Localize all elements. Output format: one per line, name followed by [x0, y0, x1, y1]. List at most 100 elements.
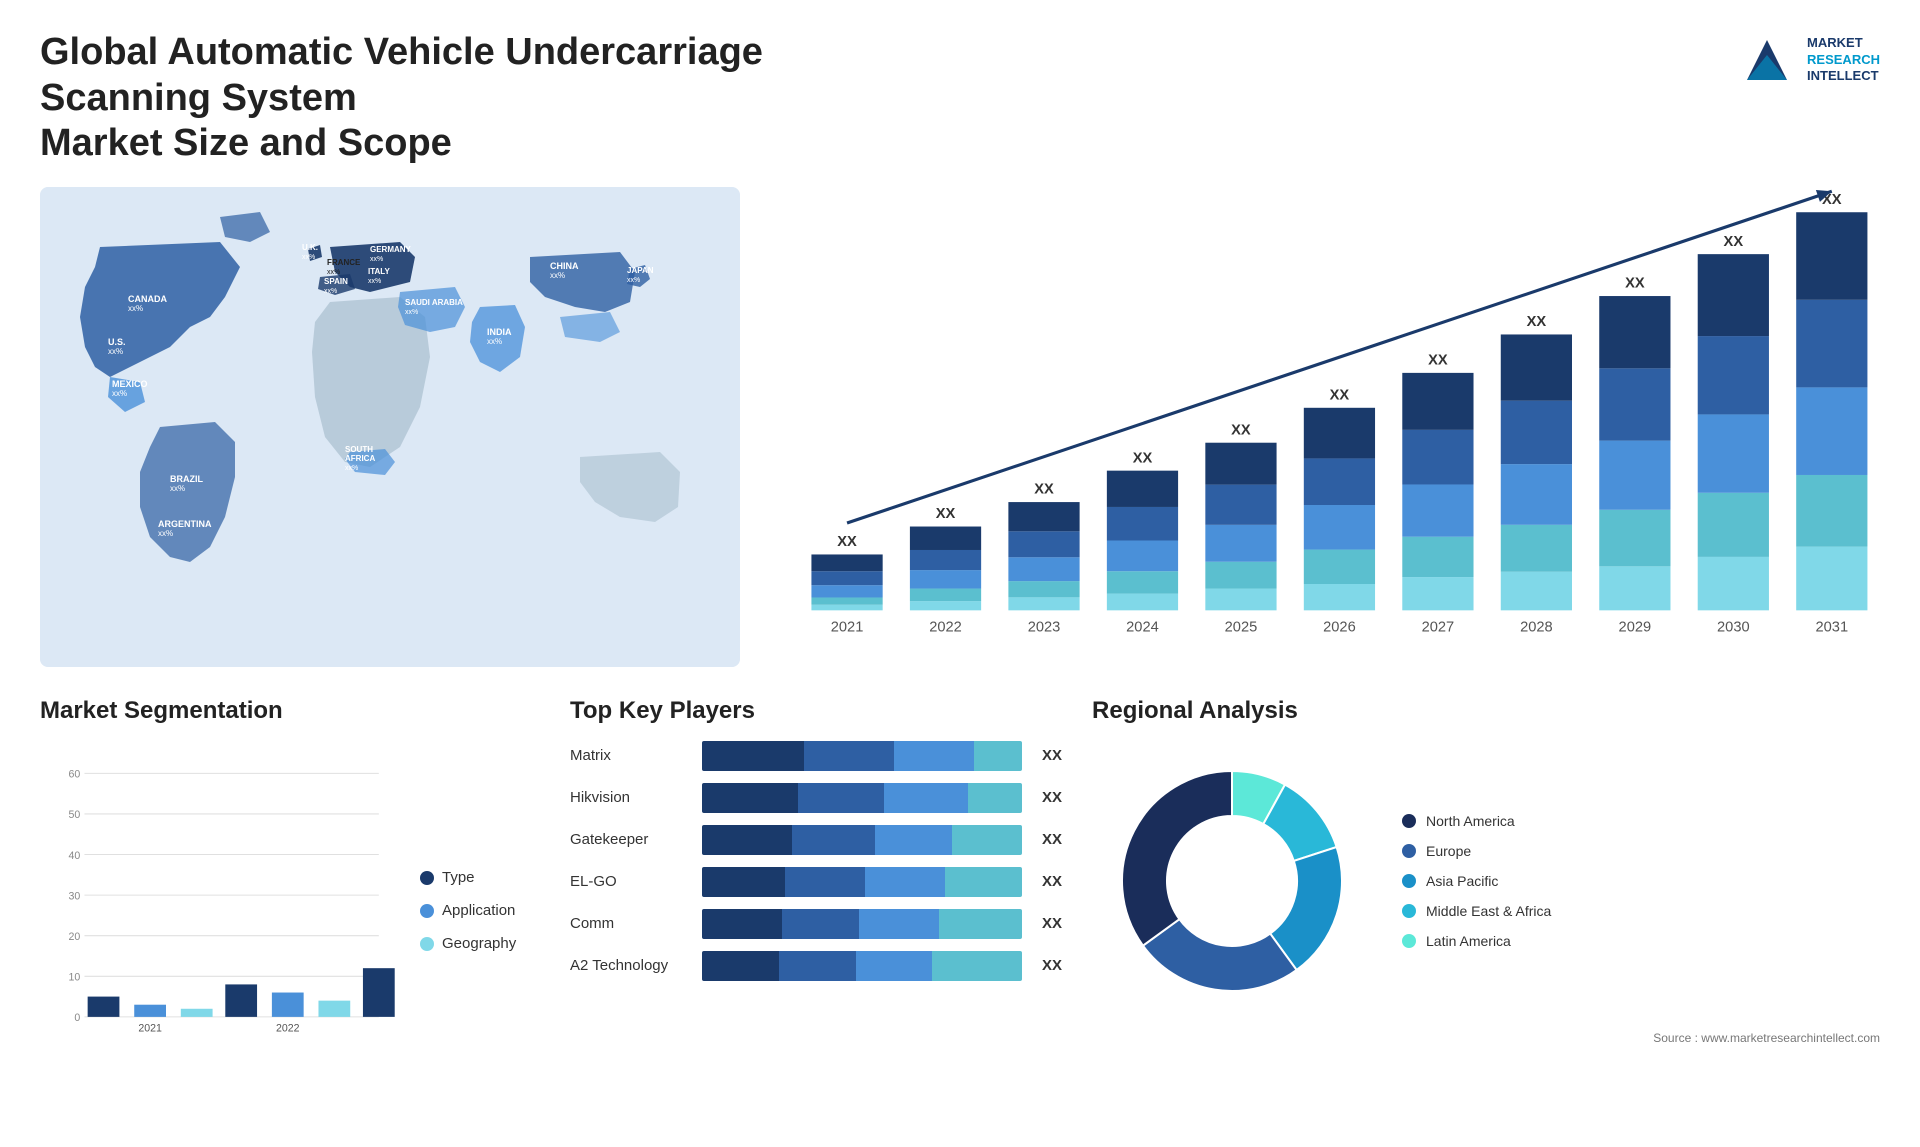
svg-text:XX: XX: [1527, 314, 1547, 330]
svg-text:xx%: xx%: [627, 277, 640, 284]
player-bar-segment: [785, 867, 865, 897]
donut-chart: [1092, 741, 1372, 1021]
svg-text:xx%: xx%: [487, 337, 502, 346]
player-bar-segment: [702, 867, 785, 897]
regional-legend-item: Latin America: [1402, 933, 1551, 949]
player-bar-segment: [856, 951, 933, 981]
player-bar: [702, 741, 1022, 771]
svg-text:20: 20: [68, 931, 80, 943]
player-bar-segment: [875, 825, 952, 855]
svg-text:XX: XX: [1330, 387, 1350, 403]
player-name: Matrix: [570, 747, 690, 764]
player-bar-segment: [974, 741, 1022, 771]
svg-text:GERMANY: GERMANY: [370, 245, 412, 254]
player-value: XX: [1042, 831, 1062, 848]
svg-text:60: 60: [68, 768, 80, 780]
logo-icon: [1737, 30, 1797, 90]
regional-legend-item: Europe: [1402, 843, 1551, 859]
page-header: Global Automatic Vehicle Undercarriage S…: [40, 30, 1880, 167]
player-value: XX: [1042, 957, 1062, 974]
player-bar-segment: [779, 951, 856, 981]
svg-text:2025: 2025: [1225, 619, 1258, 635]
svg-text:U.S.: U.S.: [108, 337, 126, 347]
svg-text:xx%: xx%: [128, 304, 143, 313]
segmentation-legend: TypeApplicationGeography: [420, 741, 540, 1081]
svg-text:2028: 2028: [1520, 619, 1553, 635]
bar-chart-area: XX2021XX2022XX2023XX2024XX2025XX2026XX20…: [780, 187, 1880, 667]
player-row: Comm XX: [570, 909, 1062, 939]
segmentation-title: Market Segmentation: [40, 697, 540, 725]
segmentation-content: 0102030405060202120222023202420252026 Ty…: [40, 741, 540, 1081]
player-value: XX: [1042, 747, 1062, 764]
player-bar-segment: [702, 741, 804, 771]
svg-text:xx%: xx%: [158, 529, 173, 538]
player-name: A2 Technology: [570, 957, 690, 974]
svg-text:xx%: xx%: [327, 269, 340, 276]
svg-text:2022: 2022: [276, 1022, 300, 1034]
regional-area: Regional Analysis North AmericaEuropeAsi…: [1092, 697, 1880, 1117]
player-name: EL-GO: [570, 873, 690, 890]
player-bar: [702, 825, 1022, 855]
svg-text:xx%: xx%: [370, 256, 383, 263]
player-row: Gatekeeper XX: [570, 825, 1062, 855]
svg-text:XX: XX: [936, 506, 956, 522]
regional-legend: North America Europe Asia Pacific Middle Ea…: [1402, 813, 1551, 949]
regional-label: Asia Pacific: [1426, 873, 1498, 889]
svg-text:xx%: xx%: [108, 347, 123, 356]
player-row: A2 Technology XX: [570, 951, 1062, 981]
player-bar-segment: [702, 783, 798, 813]
player-bar: [702, 951, 1022, 981]
svg-text:XX: XX: [1724, 234, 1744, 250]
svg-text:CANADA: CANADA: [128, 294, 167, 304]
map-area: CANADA xx% U.S. xx% MEXICO xx% BRAZIL xx…: [40, 187, 740, 667]
regional-label: Middle East & Africa: [1426, 903, 1551, 919]
legend-label: Geography: [442, 935, 516, 952]
regional-legend-item: North America: [1402, 813, 1551, 829]
svg-text:0: 0: [74, 1012, 80, 1024]
bottom-section: Market Segmentation 01020304050602021202…: [40, 697, 1880, 1117]
player-bar-segment: [939, 909, 1022, 939]
world-map-svg: CANADA xx% U.S. xx% MEXICO xx% BRAZIL xx…: [40, 187, 740, 667]
svg-text:50: 50: [68, 809, 80, 821]
svg-text:XX: XX: [837, 534, 857, 550]
seg-legend-item: Geography: [420, 935, 540, 952]
regional-dot: [1402, 904, 1416, 918]
svg-text:40: 40: [68, 850, 80, 862]
player-bar-segment: [792, 825, 875, 855]
regional-dot: [1402, 844, 1416, 858]
player-bar-segment: [798, 783, 884, 813]
svg-text:FRANCE: FRANCE: [327, 258, 361, 267]
svg-text:2027: 2027: [1422, 619, 1455, 635]
svg-text:2023: 2023: [1028, 619, 1061, 635]
player-name: Gatekeeper: [570, 831, 690, 848]
regional-dot: [1402, 934, 1416, 948]
svg-text:xx%: xx%: [170, 484, 185, 493]
svg-text:XX: XX: [1034, 481, 1054, 497]
segmentation-area: Market Segmentation 01020304050602021202…: [40, 697, 540, 1117]
svg-text:SPAIN: SPAIN: [324, 277, 348, 286]
player-name: Comm: [570, 915, 690, 932]
player-name: Hikvision: [570, 789, 690, 806]
player-bar-segment: [952, 825, 1022, 855]
player-value: XX: [1042, 789, 1062, 806]
player-value: XX: [1042, 873, 1062, 890]
svg-text:CHINA: CHINA: [550, 261, 579, 271]
player-value: XX: [1042, 915, 1062, 932]
player-bar: [702, 783, 1022, 813]
regional-legend-item: Middle East & Africa: [1402, 903, 1551, 919]
player-bar: [702, 909, 1022, 939]
svg-text:2029: 2029: [1619, 619, 1652, 635]
player-bar-segment: [702, 825, 792, 855]
svg-text:SAUDI ARABIA: SAUDI ARABIA: [405, 298, 463, 307]
svg-text:30: 30: [68, 890, 80, 902]
svg-text:XX: XX: [1428, 352, 1448, 368]
player-bar-segment: [702, 951, 779, 981]
svg-text:ITALY: ITALY: [368, 267, 390, 276]
svg-text:xx%: xx%: [302, 254, 315, 261]
svg-text:xx%: xx%: [368, 278, 381, 285]
regional-label: Latin America: [1426, 933, 1511, 949]
svg-text:2024: 2024: [1126, 619, 1159, 635]
svg-text:MEXICO: MEXICO: [112, 379, 148, 389]
player-row: Matrix XX: [570, 741, 1062, 771]
svg-text:U.K.: U.K.: [302, 243, 318, 252]
